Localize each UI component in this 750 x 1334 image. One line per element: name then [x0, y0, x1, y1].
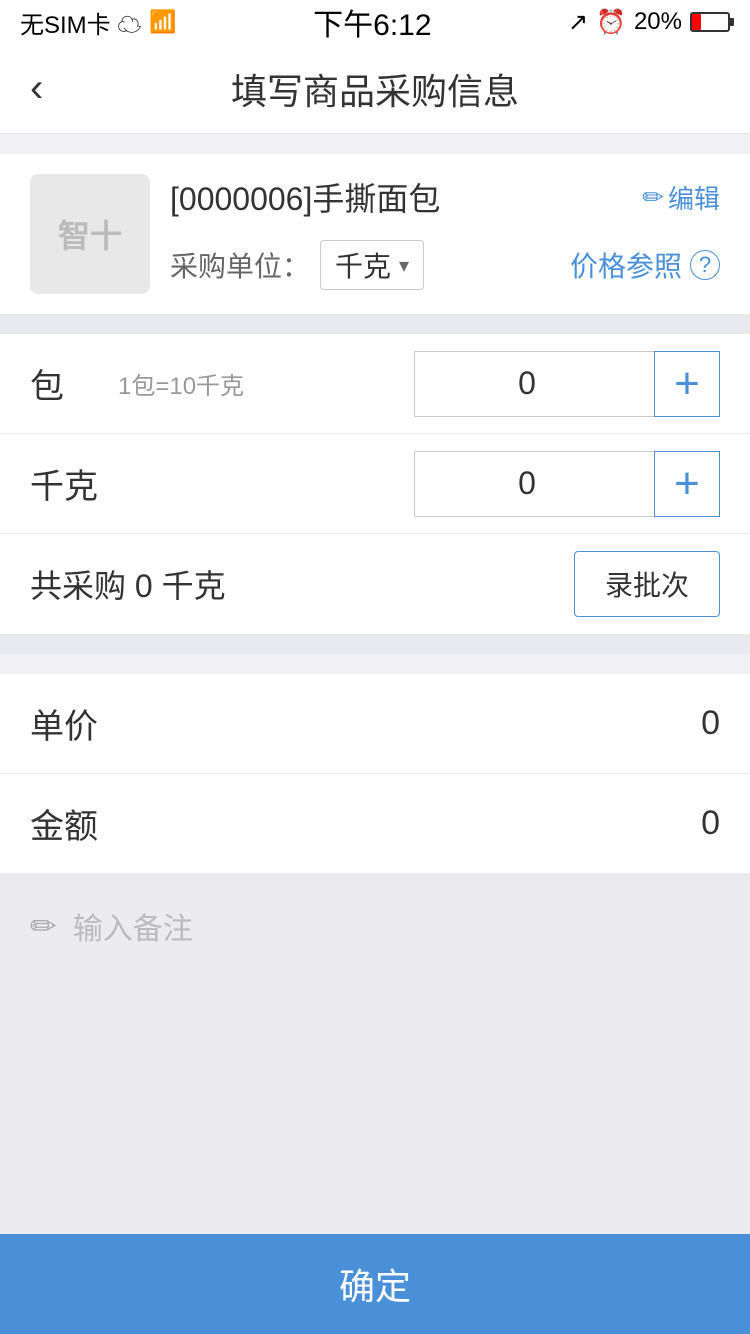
price-label: 单价 [30, 699, 98, 748]
amount-label: 金额 [30, 799, 98, 848]
product-unit-row: 采购单位： 千克 ▾ 价格参照 ? [170, 240, 720, 290]
help-icon: ? [690, 250, 720, 280]
unit-label: 采购单位： [170, 245, 310, 285]
price-value: 0 [701, 704, 720, 743]
product-card: 智十 [0000006]手撕面包 ✏ 编辑 采购单位： 千克 ▾ 价格参照 ? [0, 154, 750, 314]
battery-icon [690, 12, 730, 32]
package-label: 包 [30, 359, 110, 408]
kilogram-row: 千克 + [0, 434, 750, 534]
edit-button[interactable]: ✏ 编辑 [642, 179, 720, 216]
status-time: 下午6:12 [313, 0, 431, 44]
kilogram-plus-button[interactable]: + [654, 451, 720, 517]
price-ref-label: 价格参照 [570, 245, 682, 285]
package-row: 包 1包=10千克 + [0, 334, 750, 434]
amount-row: 金额 0 [0, 774, 750, 874]
status-left: 无SIM卡 ☁ 📶 [20, 5, 177, 40]
price-row: 单价 0 [0, 674, 750, 774]
product-logo: 智十 [58, 211, 122, 257]
location-icon: ↗ [568, 8, 588, 37]
amount-value: 0 [701, 804, 720, 843]
sim-status: 无SIM卡 ☁ [20, 5, 141, 40]
edit-icon: ✏ [642, 182, 664, 213]
remark-section[interactable]: ✏ 输入备注 [0, 874, 750, 978]
chevron-down-icon: ▾ [399, 253, 409, 278]
pencil-icon: ✏ [30, 907, 57, 945]
price-section: 单价 0 金额 0 [0, 674, 750, 874]
alarm-icon: ⏰ [596, 8, 626, 37]
kilogram-input[interactable] [414, 451, 654, 517]
kilogram-label: 千克 [30, 459, 110, 508]
product-id: [0000006] [170, 181, 312, 217]
summary-row: 共采购 0 千克 录批次 [0, 534, 750, 634]
remark-placeholder: 输入备注 [73, 904, 193, 948]
package-input[interactable] [414, 351, 654, 417]
product-name: [0000006]手撕面包 [170, 174, 440, 220]
product-image: 智十 [30, 174, 150, 294]
edit-label: 编辑 [668, 179, 720, 216]
status-bar: 无SIM卡 ☁ 📶 下午6:12 ↗ ⏰ 20% [0, 0, 750, 44]
product-title: 手撕面包 [312, 181, 440, 217]
kilogram-input-group: + [414, 451, 720, 517]
nav-bar: ‹ 填写商品采购信息 [0, 44, 750, 134]
battery-percent: 20% [634, 8, 682, 36]
unit-select[interactable]: 千克 ▾ [320, 240, 424, 290]
input-section: 包 1包=10千克 + 千克 + [0, 334, 750, 534]
price-ref-button[interactable]: 价格参照 ? [570, 245, 720, 285]
section-divider-1 [0, 314, 750, 334]
package-input-group: + [414, 351, 720, 417]
confirm-button[interactable]: 确定 [0, 1234, 750, 1334]
package-plus-button[interactable]: + [654, 351, 720, 417]
section-divider-2 [0, 634, 750, 654]
wifi-icon: 📶 [149, 9, 176, 35]
product-header: [0000006]手撕面包 ✏ 编辑 [170, 174, 720, 220]
summary-text: 共采购 0 千克 [30, 561, 226, 607]
back-button[interactable]: ‹ [30, 66, 43, 111]
status-right: ↗ ⏰ 20% [568, 8, 730, 37]
package-sublabel: 1包=10千克 [118, 366, 244, 401]
record-batch-button[interactable]: 录批次 [574, 551, 720, 617]
product-info: [0000006]手撕面包 ✏ 编辑 采购单位： 千克 ▾ 价格参照 ? [170, 174, 720, 290]
unit-value: 千克 [335, 245, 391, 285]
page-title: 填写商品采购信息 [231, 63, 519, 115]
